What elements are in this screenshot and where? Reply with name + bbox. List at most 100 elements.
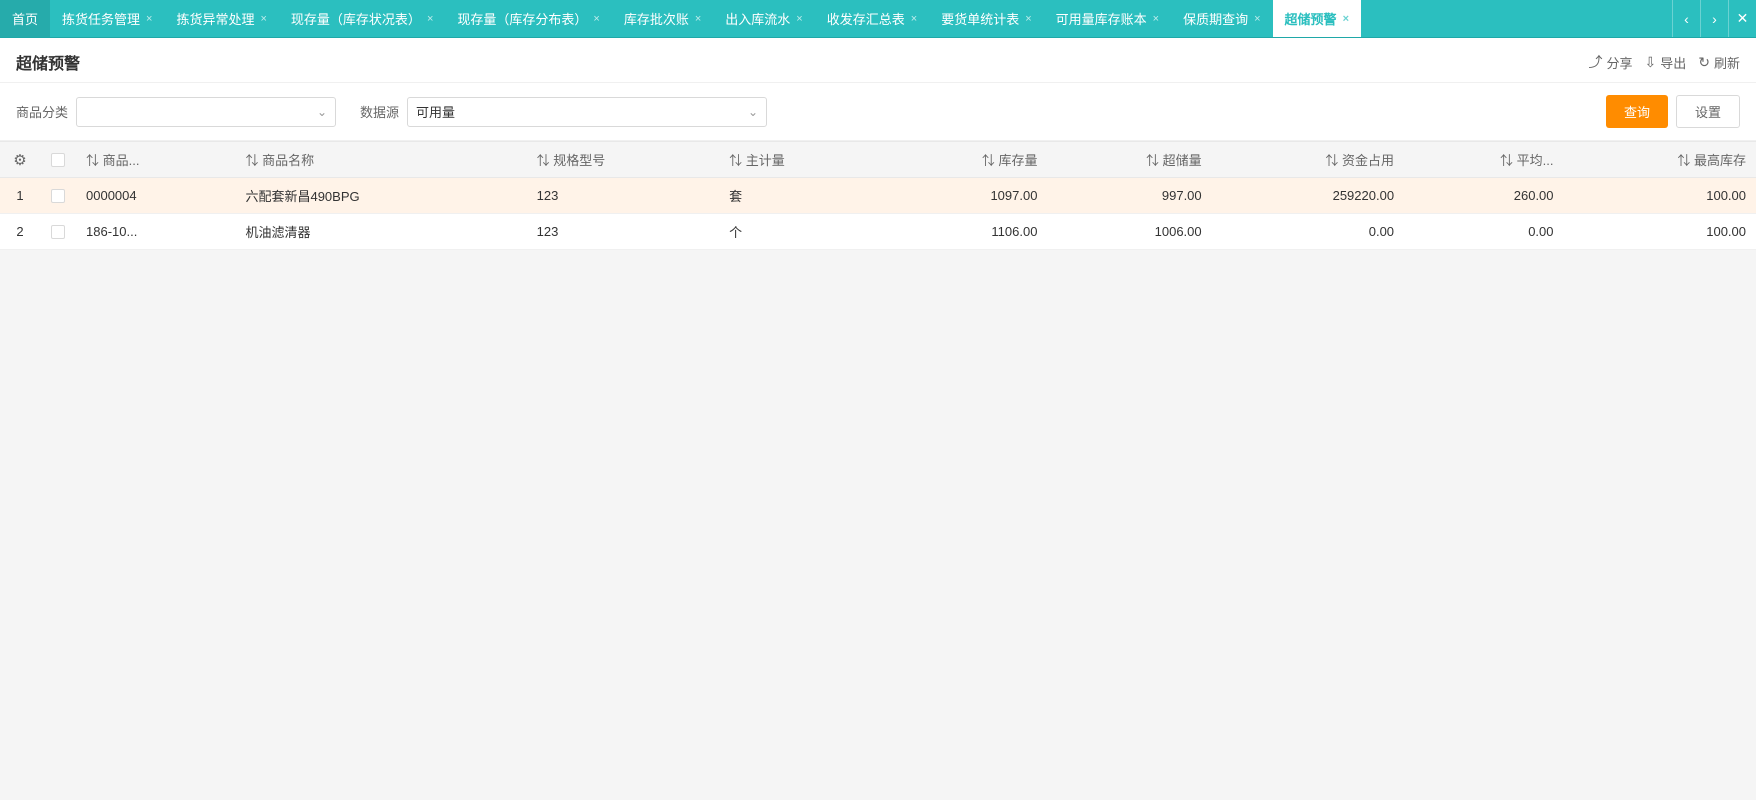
nav-item-库存批次账[interactable]: 库存批次账 ×	[612, 0, 713, 38]
row-over: 997.00	[1047, 178, 1211, 214]
nav-next-button[interactable]: ›	[1700, 0, 1728, 38]
row-stock: 1097.00	[883, 178, 1047, 214]
row-spec: 123	[527, 214, 719, 250]
page-container: 超储预警 ⤴ 分享 ⇩ 导出 ↻ 刷新 商品分类 ⌄ 数据源	[0, 38, 1756, 250]
row-over: 1006.00	[1047, 214, 1211, 250]
close-tab-icon[interactable]: ×	[695, 13, 701, 25]
nav-item-拣货异常处理[interactable]: 拣货异常处理 ×	[164, 0, 278, 38]
settings-button[interactable]: 设置	[1676, 95, 1740, 128]
nav-item-可用量库存账本[interactable]: 可用量库存账本 ×	[1044, 0, 1171, 38]
row-code: 186-10...	[76, 214, 235, 250]
nav-item-现存量库存分布表[interactable]: 现存量（库存分布表） ×	[445, 0, 611, 38]
gear-icon[interactable]: ⚙	[13, 152, 26, 169]
th-capital-label: 资金占用	[1342, 153, 1394, 168]
row-spec: 123	[527, 178, 719, 214]
datasource-filter: 数据源 可用量 ⌄	[360, 97, 767, 127]
th-capital[interactable]: ⇅ 资金占用	[1212, 142, 1404, 178]
page-title: 超储预警	[16, 50, 80, 74]
close-tab-icon[interactable]: ×	[1153, 13, 1159, 25]
th-maxstock[interactable]: ⇅ 最高库存	[1564, 142, 1756, 178]
th-code-label: 商品...	[103, 153, 140, 168]
row-num: 1	[0, 178, 40, 214]
nav-item-要货单统计表[interactable]: 要货单统计表 ×	[929, 0, 1043, 38]
close-tab-icon[interactable]: ×	[146, 13, 152, 25]
category-filter: 商品分类 ⌄	[16, 97, 336, 127]
row-avg: 0.00	[1404, 214, 1563, 250]
nav-item-保质期查询[interactable]: 保质期查询 ×	[1171, 0, 1272, 38]
datasource-label: 数据源	[360, 102, 399, 121]
datasource-value: 可用量	[416, 102, 455, 121]
share-action[interactable]: ⤴ 分享	[1588, 52, 1632, 72]
export-label: 导出	[1660, 53, 1686, 72]
row-unit: 个	[719, 214, 883, 250]
close-tab-icon[interactable]: ×	[593, 13, 599, 25]
datasource-dropdown-icon: ⌄	[748, 105, 758, 119]
th-name-label: 商品名称	[262, 153, 314, 168]
nav-prev-button[interactable]: ‹	[1672, 0, 1700, 38]
close-tab-icon[interactable]: ×	[427, 13, 433, 25]
row-capital: 259220.00	[1212, 178, 1404, 214]
row-avg: 260.00	[1404, 178, 1563, 214]
row-checkbox[interactable]	[51, 225, 65, 239]
row-code: 0000004	[76, 178, 235, 214]
row-checkbox-cell	[40, 214, 76, 250]
th-over-label: 超储量	[1163, 153, 1202, 168]
nav-close-button[interactable]: ✕	[1728, 0, 1756, 38]
row-checkbox-cell	[40, 178, 76, 214]
nav-item-出入库流水[interactable]: 出入库流水 ×	[713, 0, 814, 38]
category-label: 商品分类	[16, 102, 68, 121]
row-num: 2	[0, 214, 40, 250]
nav-item-收发存汇总表[interactable]: 收发存汇总表 ×	[815, 0, 929, 38]
th-check	[40, 142, 76, 178]
row-checkbox[interactable]	[51, 189, 65, 203]
close-tab-icon[interactable]: ×	[1025, 13, 1031, 25]
close-tab-icon[interactable]: ×	[911, 13, 917, 25]
th-over[interactable]: ⇅ 超储量	[1047, 142, 1211, 178]
row-capital: 0.00	[1212, 214, 1404, 250]
row-name: 六配套新昌490BPG	[235, 178, 526, 214]
table-header-row: ⚙ ⇅ 商品... ⇅ 商品名称 ⇅ 规格型号 ⇅ 主计量	[0, 142, 1756, 178]
th-maxstock-label: 最高库存	[1694, 153, 1746, 168]
refresh-icon: ↻	[1698, 54, 1710, 71]
category-dropdown-icon: ⌄	[317, 105, 327, 119]
th-name[interactable]: ⇅ 商品名称	[235, 142, 526, 178]
th-avg[interactable]: ⇅ 平均...	[1404, 142, 1563, 178]
export-action[interactable]: ⇩ 导出	[1645, 53, 1687, 72]
row-maxstock: 100.00	[1564, 178, 1756, 214]
th-unit-label: 主计量	[746, 153, 785, 168]
filter-area: 商品分类 ⌄ 数据源 可用量 ⌄ 查询 设置	[0, 83, 1756, 141]
data-table-container: ⚙ ⇅ 商品... ⇅ 商品名称 ⇅ 规格型号 ⇅ 主计量	[0, 141, 1756, 250]
close-tab-icon[interactable]: ×	[260, 13, 266, 25]
top-nav: 首页拣货任务管理 ×拣货异常处理 ×现存量（库存状况表） ×现存量（库存分布表）…	[0, 0, 1756, 38]
th-spec[interactable]: ⇅ 规格型号	[527, 142, 719, 178]
row-name: 机油滤清器	[235, 214, 526, 250]
th-stock[interactable]: ⇅ 库存量	[883, 142, 1047, 178]
nav-arrows: ‹ › ✕	[1672, 0, 1756, 38]
export-icon: ⇩	[1645, 54, 1657, 71]
nav-item-现存量库存状况表[interactable]: 现存量（库存状况表） ×	[279, 0, 445, 38]
th-gear: ⚙	[0, 142, 40, 178]
share-label: 分享	[1606, 53, 1632, 72]
query-button[interactable]: 查询	[1606, 95, 1668, 128]
nav-item-超储预警[interactable]: 超储预警 ×	[1273, 0, 1361, 38]
row-maxstock: 100.00	[1564, 214, 1756, 250]
th-stock-label: 库存量	[998, 153, 1037, 168]
th-avg-label: 平均...	[1517, 153, 1554, 168]
category-select[interactable]: ⌄	[76, 97, 336, 127]
close-tab-icon[interactable]: ×	[796, 13, 802, 25]
header-actions: ⤴ 分享 ⇩ 导出 ↻ 刷新	[1588, 52, 1740, 72]
th-unit[interactable]: ⇅ 主计量	[719, 142, 883, 178]
close-tab-icon[interactable]: ×	[1343, 13, 1349, 25]
row-stock: 1106.00	[883, 214, 1047, 250]
refresh-action[interactable]: ↻ 刷新	[1698, 53, 1740, 72]
close-tab-icon[interactable]: ×	[1254, 13, 1260, 25]
datasource-select[interactable]: 可用量 ⌄	[407, 97, 767, 127]
row-unit: 套	[719, 178, 883, 214]
data-table: ⚙ ⇅ 商品... ⇅ 商品名称 ⇅ 规格型号 ⇅ 主计量	[0, 141, 1756, 250]
select-all-checkbox[interactable]	[51, 153, 65, 167]
th-code[interactable]: ⇅ 商品...	[76, 142, 235, 178]
nav-item-拣货任务管理[interactable]: 拣货任务管理 ×	[50, 0, 164, 38]
nav-item-首页[interactable]: 首页	[0, 0, 50, 38]
refresh-label: 刷新	[1714, 53, 1740, 72]
table-row: 1 0000004 六配套新昌490BPG 123 套 1097.00 997.…	[0, 178, 1756, 214]
